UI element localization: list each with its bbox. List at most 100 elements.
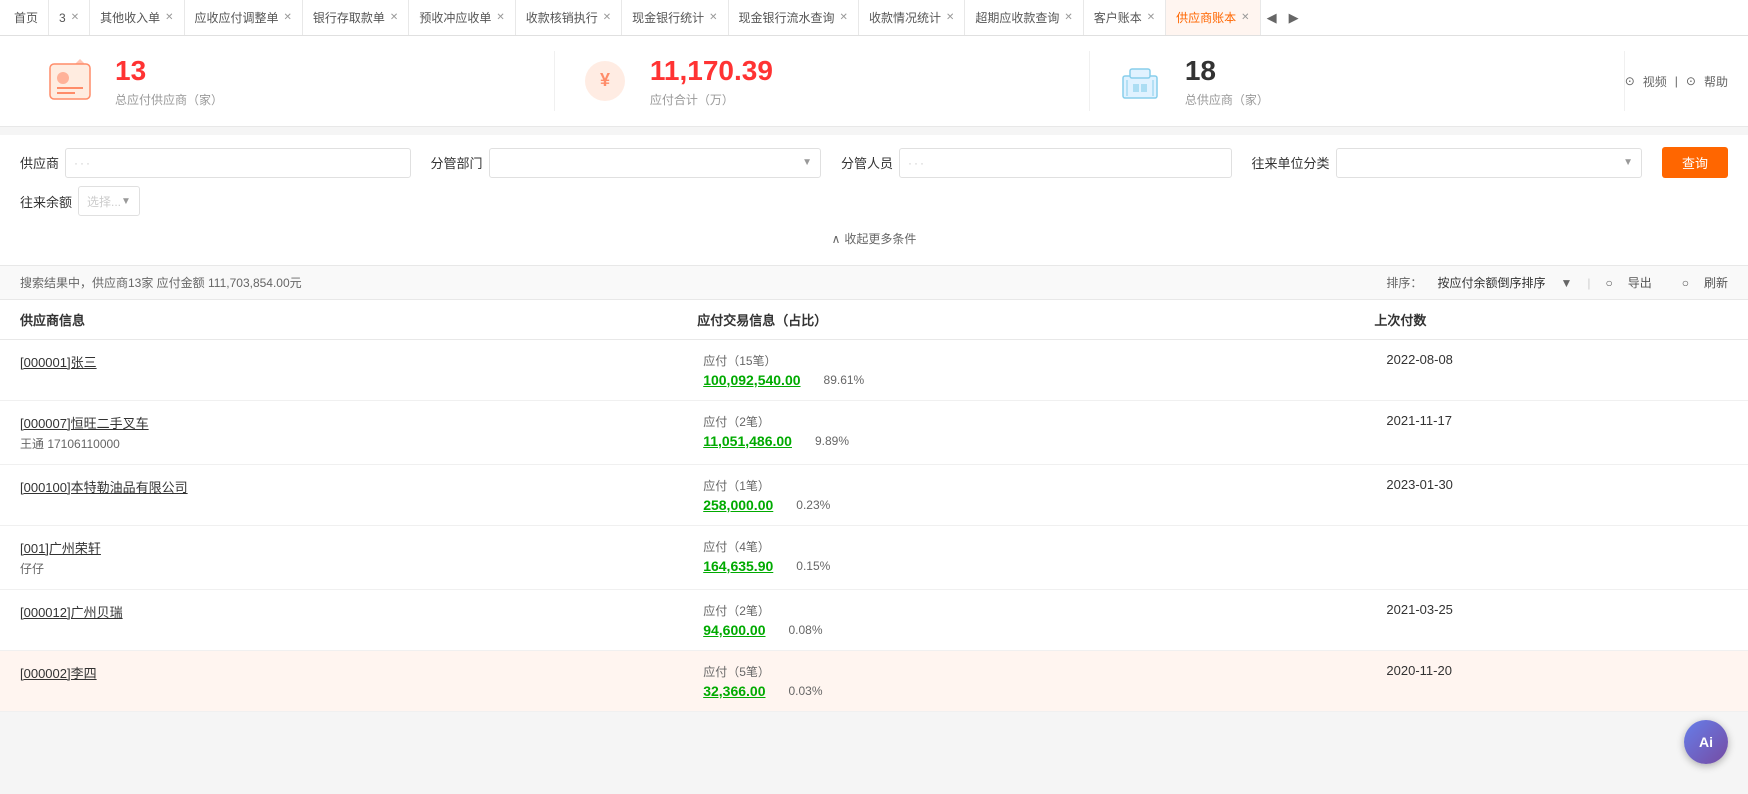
row3-lastpay-col: 2023-01-30: [1386, 477, 1728, 492]
results-summary: 搜索结果中，供应商13家 应付金额 111,703,854.00元: [20, 274, 302, 291]
nav-tab-supplier-account[interactable]: 供应商账本 ✕: [1166, 0, 1260, 36]
row6-last-pay-date: 2020-11-20: [1386, 663, 1452, 678]
nav-tab-bank-deposit-close[interactable]: ✕: [390, 12, 398, 23]
filter-area: 供应商 ··· 分管部门 ▼ 分管人员 ··· 往来单位分类 ▼ 查询: [0, 135, 1748, 266]
col-scrollbar-placeholder: [1713, 310, 1728, 329]
row3-supplier-col: [000100]本特勒油品有限公司: [20, 477, 703, 499]
nav-tab-collection-exec-close[interactable]: ✕: [603, 12, 611, 23]
row6-trans-amount[interactable]: 32,366.00: [703, 683, 765, 699]
suppliers-due-number: 13: [115, 54, 223, 88]
nav-left-arrow[interactable]: ◀: [1261, 0, 1283, 36]
summary-info-suppliers-due: 13 总应付供应商（家）: [115, 54, 223, 109]
total-suppliers-label: 总供应商（家）: [1185, 91, 1269, 108]
filter-balance: 往来余额 选择... ▼: [20, 186, 140, 216]
row5-trans-label: 应付（2笔）: [703, 602, 1386, 619]
nav-tab-customer-account[interactable]: 客户账本 ✕: [1084, 0, 1166, 36]
nav-tab-collection-exec[interactable]: 收款核销执行 ✕: [516, 0, 622, 36]
nav-tab-other-income-close[interactable]: ✕: [165, 12, 173, 23]
dept-select[interactable]: ▼: [489, 148, 821, 178]
row3-supplier-link[interactable]: [000100]本特勒油品有限公司: [20, 477, 703, 496]
divider: |: [1675, 74, 1678, 88]
row4-trans-amount[interactable]: 164,635.90: [703, 558, 773, 574]
filter-supplier-label: 供应商: [20, 153, 59, 172]
collapse-button[interactable]: ∧ 收起更多条件: [817, 224, 932, 253]
nav-right-arrow[interactable]: ▶: [1283, 0, 1305, 36]
nav-tab-cash-bank-stat[interactable]: 现金银行统计 ✕: [622, 0, 728, 36]
row1-supplier-link[interactable]: [000001]张三: [20, 352, 703, 371]
help-link[interactable]: 帮助: [1704, 73, 1728, 90]
row6-lastpay-col: 2020-11-20: [1386, 663, 1728, 678]
nav-tab-advance-receive-close[interactable]: ✕: [496, 12, 504, 23]
row2-trans-label: 应付（2笔）: [703, 413, 1386, 430]
filter-dept-label: 分管部门: [431, 153, 483, 172]
nav-tab-supplier-account-close[interactable]: ✕: [1241, 12, 1249, 23]
row3-trans-amount[interactable]: 258,000.00: [703, 497, 773, 513]
balance-select[interactable]: 选择... ▼: [78, 186, 140, 216]
person-input[interactable]: ···: [899, 148, 1231, 178]
refresh-button[interactable]: 刷新: [1704, 274, 1728, 291]
nav-tab-advance-receive-label: 预收冲应收单: [419, 9, 491, 26]
nav-tab-collection-stat[interactable]: 收款情况统计 ✕: [859, 0, 965, 36]
nav-tab-customer-account-close[interactable]: ✕: [1147, 12, 1155, 23]
row6-supplier-link[interactable]: [000002]李四: [20, 663, 703, 682]
col-header-lastpay: 上次付数: [1374, 310, 1713, 329]
total-payable-number: 11,170.39: [650, 54, 773, 88]
summary-info-total-payable: 11,170.39 应付合计（万）: [650, 54, 773, 109]
row3-trans-row: 258,000.00 0.23%: [703, 497, 1386, 513]
nav-tab-cash-bank-stat-close[interactable]: ✕: [709, 12, 717, 23]
filter-category-label: 往来单位分类: [1252, 153, 1330, 172]
ai-button[interactable]: Ai: [1684, 720, 1728, 764]
row1-lastpay-col: 2022-08-08: [1386, 352, 1728, 367]
row5-supplier-link[interactable]: [000012]广州贝瑞: [20, 602, 703, 621]
sort-chevron-icon: ▼: [1560, 276, 1572, 290]
nav-tab-3-close[interactable]: ✕: [71, 12, 79, 23]
export-button[interactable]: 导出: [1628, 274, 1652, 291]
row4-supplier-link[interactable]: [001]广州荣轩: [20, 538, 703, 557]
nav-tab-advance-receive[interactable]: 预收冲应收单 ✕: [409, 0, 515, 36]
query-button[interactable]: 查询: [1662, 147, 1728, 178]
suppliers-due-label: 总应付供应商（家）: [115, 91, 223, 108]
sort-option[interactable]: 按应付余额倒序排序: [1437, 274, 1545, 291]
row5-trans-amount[interactable]: 94,600.00: [703, 622, 765, 638]
nav-tab-bank-deposit-label: 银行存取款单: [313, 9, 385, 26]
results-actions: 排序： 按应付余额倒序排序 ▼ | ○ 导出 ○ 刷新: [1386, 274, 1728, 291]
row3-trans-label: 应付（1笔）: [703, 477, 1386, 494]
nav-tab-ar-adjust-close[interactable]: ✕: [284, 12, 292, 23]
row1-trans-amount[interactable]: 100,092,540.00: [703, 372, 800, 388]
summary-item-total-suppliers: 18 总供应商（家）: [1090, 51, 1625, 111]
row4-supplier-col: [001]广州荣轩 仔仔: [20, 538, 703, 577]
nav-tab-bank-deposit[interactable]: 银行存取款单 ✕: [303, 0, 409, 36]
nav-tab-collection-stat-label: 收款情况统计: [869, 9, 941, 26]
col-header-transaction: 应付交易信息（占比）: [697, 310, 1374, 329]
row2-trans-amount[interactable]: 11,051,486.00: [703, 433, 792, 449]
category-select[interactable]: ▼: [1336, 148, 1642, 178]
data-table: 供应商信息 应付交易信息（占比） 上次付数 [000001]张三 应付（15笔）…: [0, 300, 1748, 712]
nav-tab-ar-adjust[interactable]: 应收应付调整单 ✕: [185, 0, 303, 36]
nav-tab-3[interactable]: 3 ✕: [49, 0, 90, 36]
row6-supplier-col: [000002]李四: [20, 663, 703, 685]
nav-tab-collection-stat-close[interactable]: ✕: [946, 12, 954, 23]
top-nav: 首页 3 ✕ 其他收入单 ✕ 应收应付调整单 ✕ 银行存取款单 ✕ 预收冲应收单…: [0, 0, 1748, 36]
supplier-input-placeholder: ···: [74, 156, 92, 170]
row2-supplier-link[interactable]: [000007]恒旺二手叉车: [20, 413, 703, 432]
row2-lastpay-col: 2021-11-17: [1386, 413, 1728, 428]
nav-tab-cash-bank-flow-close[interactable]: ✕: [840, 12, 848, 23]
video-link[interactable]: 视频: [1643, 73, 1667, 90]
row6-trans-label: 应付（5笔）: [703, 663, 1386, 680]
nav-tab-other-income[interactable]: 其他收入单 ✕: [90, 0, 184, 36]
table-row: [000002]李四 应付（5笔） 32,366.00 0.03% 2020-1…: [0, 651, 1748, 712]
row1-supplier-col: [000001]张三: [20, 352, 703, 374]
nav-tab-cash-bank-flow[interactable]: 现金银行流水查询 ✕: [729, 0, 859, 36]
table-row: [000012]广州贝瑞 应付（2笔） 94,600.00 0.08% 2021…: [0, 590, 1748, 651]
row3-transaction-col: 应付（1笔） 258,000.00 0.23%: [703, 477, 1386, 513]
supplier-input[interactable]: ···: [65, 148, 410, 178]
nav-tab-home[interactable]: 首页: [4, 0, 49, 36]
row3-last-pay-date: 2023-01-30: [1386, 477, 1453, 492]
sort-label: 排序：: [1386, 274, 1422, 291]
top-right-links: ⊙ 视频 | ⊙ 帮助: [1625, 73, 1728, 90]
row4-trans-percent: 0.15%: [796, 559, 830, 573]
col-header-supplier: 供应商信息: [20, 310, 697, 329]
nav-tab-overdue-query-close[interactable]: ✕: [1064, 12, 1072, 23]
nav-tab-overdue-query[interactable]: 超期应收款查询 ✕: [965, 0, 1083, 36]
summary-item-suppliers-due: 13 总应付供应商（家）: [20, 51, 555, 111]
